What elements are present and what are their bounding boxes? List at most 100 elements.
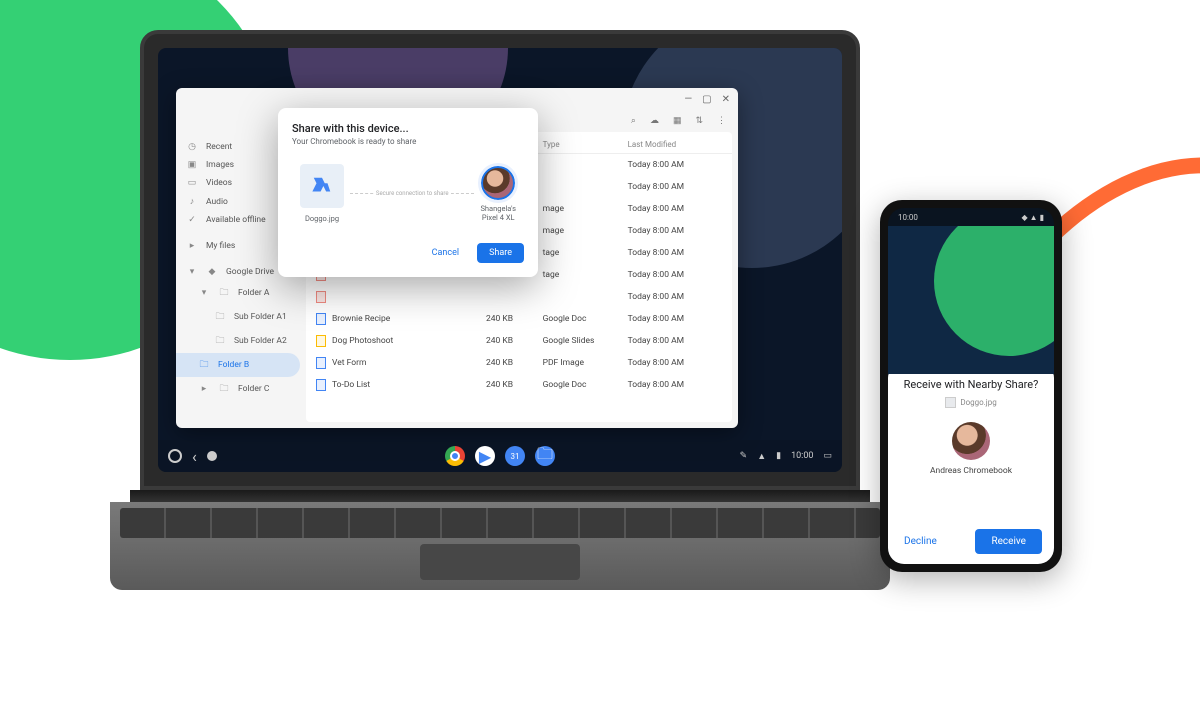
trackpad — [420, 544, 580, 580]
file-name-label: Doggo.jpg — [305, 214, 339, 223]
share-button[interactable]: Share — [477, 243, 524, 263]
search-icon[interactable]: ⌕ — [631, 116, 636, 126]
nearby-share-sheet: Receive with Nearby Share? Doggo.jpg And… — [888, 364, 1054, 564]
close-icon[interactable]: ✕ — [722, 94, 730, 105]
file-type: tage — [543, 270, 628, 280]
more-icon[interactable]: ⋮ — [717, 116, 726, 126]
file-size: 240 KB — [486, 358, 543, 368]
overview-icon[interactable] — [207, 451, 217, 461]
sidebar-label: Videos — [206, 178, 232, 188]
file-size: 240 KB — [486, 314, 543, 324]
secure-label: Secure connection to share — [374, 190, 451, 197]
chrome-app-icon[interactable] — [445, 446, 465, 466]
file-modified: Today 8:00 AM — [628, 270, 722, 280]
phone-clock: 10:00 — [898, 213, 918, 222]
sidebar-label: Folder B — [218, 360, 249, 370]
laptop-keyboard — [110, 502, 890, 590]
launcher-icon[interactable] — [168, 449, 182, 463]
file-icon — [311, 175, 333, 197]
files-app-icon[interactable]: 🗀 — [535, 446, 555, 466]
file-thumbnail — [300, 164, 344, 208]
chevron-right-icon: ▸ — [198, 384, 210, 394]
clock-icon: ◷ — [186, 142, 198, 152]
file-modified: Today 8:00 AM — [628, 226, 722, 236]
file-type: PDF Image — [543, 358, 628, 368]
file-modified: Today 8:00 AM — [628, 314, 722, 324]
folder-icon: 🗀 — [214, 333, 226, 349]
maximize-icon[interactable]: ▢ — [702, 94, 711, 105]
image-icon: ▣ — [186, 160, 198, 170]
file-type: tage — [543, 248, 628, 258]
col-modified-header[interactable]: Last Modified — [628, 140, 722, 149]
col-type-header[interactable]: Type — [543, 140, 628, 149]
folder-icon: 🗀 — [198, 357, 210, 373]
sidebar-label: Sub Folder A1 — [234, 312, 287, 322]
sidebar-label: Recent — [206, 142, 232, 152]
table-row[interactable]: Today 8:00 AM — [306, 286, 732, 308]
sidebar-label: My files — [206, 241, 235, 251]
sidebar-item-folder-a[interactable]: ▾🗀Folder A — [176, 281, 306, 305]
sidebar-item-folder-b[interactable]: 🗀 Folder B — [176, 353, 300, 377]
audio-icon: ♪ — [186, 196, 198, 207]
file-name: To-Do List — [332, 380, 370, 390]
file-name: Vet Form — [332, 358, 366, 368]
device-name-label: Shangela'sPixel 4 XL — [480, 204, 516, 222]
sidebar-label: Google Drive — [226, 267, 274, 277]
play-store-icon[interactable]: ▶ — [475, 446, 495, 466]
table-row[interactable]: To-Do List240 KBGoogle DocToday 8:00 AM — [306, 374, 732, 396]
dialog-title: Share with this device... — [292, 122, 524, 135]
wifi-icon[interactable]: ▲ — [757, 451, 766, 462]
file-modified: Today 8:00 AM — [628, 336, 722, 346]
sidebar-label: Folder A — [238, 288, 269, 298]
file-type-icon — [316, 357, 326, 369]
chromeos-shelf: ‹ ▶ 31 🗀 ✎ ▲ ▮ 10:00 ▭ — [158, 440, 842, 472]
sidebar-item-subfolder-a2[interactable]: 🗀 Sub Folder A2 — [176, 329, 306, 353]
laptop-screen: — ▢ ✕ ⌕ ☁ ▦ ⇅ ⋮ ◷Recent ▣Images ▭Videos … — [158, 48, 842, 472]
sort-icon[interactable]: ⇅ — [695, 116, 703, 126]
dialog-subtitle: Your Chromebook is ready to share — [292, 137, 524, 146]
file-type-icon — [316, 291, 326, 303]
sidebar-item-folder-c[interactable]: ▸🗀Folder C — [176, 377, 306, 401]
phone-device: 10:00 ◆ ▲ ▮ Receive with Nearby Share? D… — [880, 200, 1062, 572]
calendar-app-icon[interactable]: 31 — [505, 446, 525, 466]
sender-name: Andreas Chromebook — [900, 466, 1042, 476]
file-type: mage — [543, 204, 628, 214]
phone-status-icons: ◆ ▲ ▮ — [1022, 213, 1044, 222]
table-row[interactable]: Brownie Recipe240 KBGoogle DocToday 8:00… — [306, 308, 732, 330]
sidebar-item-subfolder-a1[interactable]: 🗀 Sub Folder A1 — [176, 305, 306, 329]
clock[interactable]: 10:00 — [791, 451, 813, 461]
avatar — [481, 166, 515, 200]
sender-avatar — [952, 422, 990, 460]
drive-icon: ◆ — [206, 267, 218, 277]
receive-button[interactable]: Receive — [975, 529, 1042, 554]
grid-view-icon[interactable]: ▦ — [673, 116, 682, 126]
file-modified: Today 8:00 AM — [628, 292, 722, 302]
share-dialog: Share with this device... Your Chromeboo… — [278, 108, 538, 277]
back-icon[interactable]: ‹ — [192, 447, 197, 466]
file-modified: Today 8:00 AM — [628, 204, 722, 214]
incoming-file-label: Doggo.jpg — [900, 397, 1042, 408]
sidebar-label: Images — [206, 160, 234, 170]
pen-icon[interactable]: ✎ — [740, 451, 748, 461]
chevron-right-icon: ▸ — [186, 241, 198, 251]
table-row[interactable]: Vet Form240 KBPDF ImageToday 8:00 AM — [306, 352, 732, 374]
folder-icon: 🗀 — [214, 309, 226, 325]
sidebar-label: Sub Folder A2 — [234, 336, 287, 346]
minimize-icon[interactable]: — — [684, 94, 692, 105]
dialog-target-device[interactable]: Shangela'sPixel 4 XL — [480, 166, 516, 222]
decline-button[interactable]: Decline — [900, 530, 941, 553]
folder-icon: 🗀 — [218, 381, 230, 397]
file-type-icon — [316, 313, 326, 325]
file-modified: Today 8:00 AM — [628, 248, 722, 258]
cancel-button[interactable]: Cancel — [420, 243, 471, 263]
cloud-off-icon[interactable]: ☁ — [650, 116, 659, 126]
folder-icon: 🗀 — [218, 285, 230, 301]
table-row[interactable]: Dog Photoshoot240 KBGoogle SlidesToday 8… — [306, 330, 732, 352]
sidebar-label: Available offline — [206, 215, 266, 225]
file-name: Brownie Recipe — [332, 314, 390, 324]
battery-icon[interactable]: ▮ — [776, 451, 781, 461]
cast-icon[interactable]: ▭ — [823, 451, 832, 461]
file-size: 240 KB — [486, 336, 543, 346]
laptop-device: — ▢ ✕ ⌕ ☁ ▦ ⇅ ⋮ ◷Recent ▣Images ▭Videos … — [140, 30, 860, 590]
chevron-down-icon: ▾ — [186, 267, 198, 277]
